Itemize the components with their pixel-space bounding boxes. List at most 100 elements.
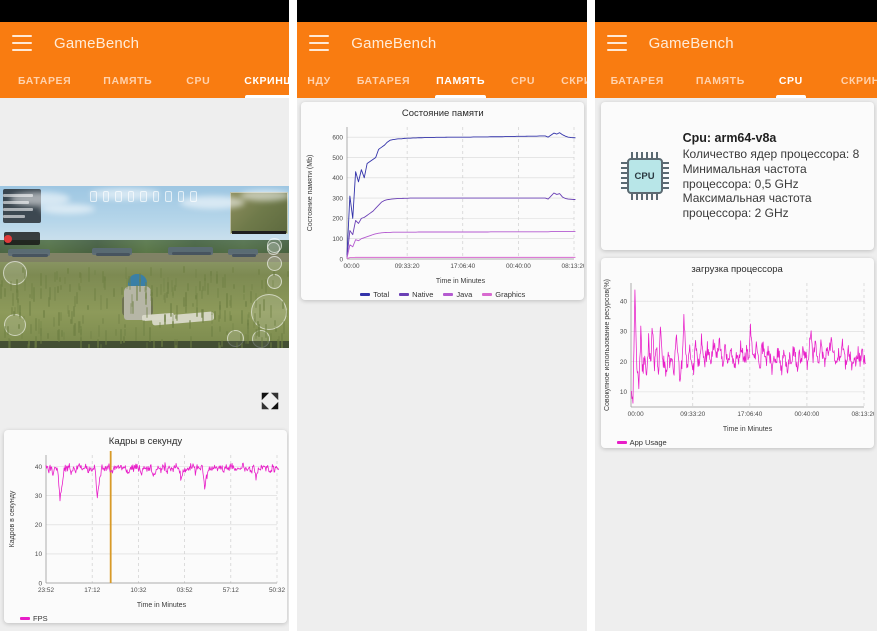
grass: [286, 310, 288, 316]
grass: [40, 328, 42, 343]
grass: [22, 267, 24, 272]
app-title: GameBench: [54, 35, 139, 52]
tab-батарея[interactable]: БАТАРЕЯ: [351, 64, 416, 98]
cpu-usage-chart-legend: App Usage: [601, 438, 874, 447]
hud-button[interactable]: [267, 256, 282, 271]
grass: [243, 294, 245, 300]
tab-батарея[interactable]: БАТАРЕЯ: [605, 64, 670, 98]
hamburger-icon[interactable]: [607, 35, 627, 51]
grass: [102, 318, 104, 324]
grass: [211, 326, 213, 337]
grass: [40, 288, 42, 299]
grass: [226, 331, 228, 336]
svg-text:00:40:00: 00:40:00: [506, 263, 531, 270]
svg-text:600: 600: [333, 134, 344, 141]
grass: [230, 295, 232, 308]
grass: [207, 283, 209, 296]
svg-text:17:06:40: 17:06:40: [451, 263, 476, 270]
tab-скриншоты[interactable]: СКРИНШОТЫ: [835, 64, 877, 98]
grass: [263, 299, 265, 311]
fps-chart-legend: FPS: [4, 614, 287, 623]
grass: [214, 311, 216, 320]
hud-button[interactable]: [267, 242, 280, 255]
grass: [247, 323, 249, 334]
svg-text:50:32: 50:32: [269, 587, 285, 594]
grass: [149, 327, 151, 342]
legend-label: Total: [373, 290, 389, 299]
legend-label: FPS: [33, 614, 48, 623]
grass: [224, 274, 226, 288]
cpu-model: Cpu: arm64-v8a: [683, 131, 866, 145]
grass: [241, 343, 243, 348]
grass: [240, 333, 242, 341]
grass: [97, 339, 99, 348]
grass: [210, 271, 212, 276]
status-bar: [0, 0, 289, 22]
grass: [45, 275, 47, 289]
grass: [241, 310, 243, 324]
grass: [63, 332, 65, 340]
tab-cpu[interactable]: CPU: [180, 64, 216, 98]
grass: [287, 271, 289, 276]
cpu-max-freq: Максимальная частота процессора: 2 GHz: [683, 191, 866, 220]
tab-память[interactable]: ПАМЯТЬ: [97, 64, 158, 98]
cpu-usage-chart-plot: 10 20 30 40 00:00 09:33:20 17:06:40 00:40:00 08:…: [601, 275, 874, 438]
svg-text:Time in Minutes: Time in Minutes: [137, 602, 187, 609]
svg-text:20: 20: [35, 522, 43, 529]
grass: [217, 288, 219, 298]
legend-swatch: [20, 617, 30, 620]
legend-item: Java: [443, 290, 472, 299]
tab-батарея[interactable]: БАТАРЕЯ: [12, 64, 77, 98]
game-screenshot[interactable]: [0, 186, 289, 348]
grass: [195, 295, 197, 299]
svg-text:30: 30: [35, 493, 43, 500]
grass: [105, 330, 107, 345]
grass: [211, 314, 213, 324]
grass: [94, 288, 96, 301]
hud-button[interactable]: [267, 274, 282, 289]
tab-скринш[interactable]: СКРИНШ: [555, 64, 587, 98]
grass: [283, 321, 285, 333]
grass: [14, 307, 16, 315]
tab-скриншоты[interactable]: СКРИНШОТЫ: [238, 64, 289, 98]
grass: [189, 320, 191, 329]
tab-bar: НДУ БАТАРЕЯ ПАМЯТЬ CPU СКРИНШ: [297, 64, 586, 98]
grass: [196, 293, 198, 307]
legend-label: App Usage: [630, 438, 667, 447]
grass: [156, 287, 158, 298]
svg-text:Состояние памяти (Mb): Состояние памяти (Mb): [307, 155, 314, 232]
grass: [176, 339, 178, 348]
grass: [224, 310, 226, 322]
grass: [236, 342, 238, 348]
grass: [60, 285, 62, 290]
tab-память[interactable]: ПАМЯТЬ: [690, 64, 751, 98]
grass: [219, 345, 221, 348]
grass: [4, 326, 6, 338]
tab-нду[interactable]: НДУ: [301, 64, 337, 98]
hamburger-icon[interactable]: [12, 35, 32, 51]
tab-память[interactable]: ПАМЯТЬ: [430, 64, 491, 98]
hamburger-icon[interactable]: [309, 35, 329, 51]
svg-text:Кадров в секунду: Кадров в секунду: [9, 490, 16, 547]
panel-divider: [587, 0, 595, 631]
grass: [258, 269, 260, 275]
grass: [0, 284, 2, 299]
grass: [196, 307, 198, 318]
grass: [222, 277, 224, 287]
legend-label: Native: [412, 290, 433, 299]
tab-cpu[interactable]: CPU: [773, 64, 809, 98]
grass: [183, 266, 185, 273]
legend-swatch: [617, 441, 627, 444]
grass: [270, 333, 272, 340]
grass: [267, 336, 269, 344]
grass: [23, 316, 25, 321]
grass: [153, 340, 155, 348]
tab-cpu[interactable]: CPU: [505, 64, 541, 98]
grass: [216, 274, 218, 284]
grass: [115, 329, 117, 336]
grass: [232, 267, 234, 273]
grass: [204, 278, 206, 292]
fullscreen-expand-icon[interactable]: [259, 390, 281, 412]
legend-item: App Usage: [617, 438, 667, 447]
panel-divider: [289, 0, 297, 631]
